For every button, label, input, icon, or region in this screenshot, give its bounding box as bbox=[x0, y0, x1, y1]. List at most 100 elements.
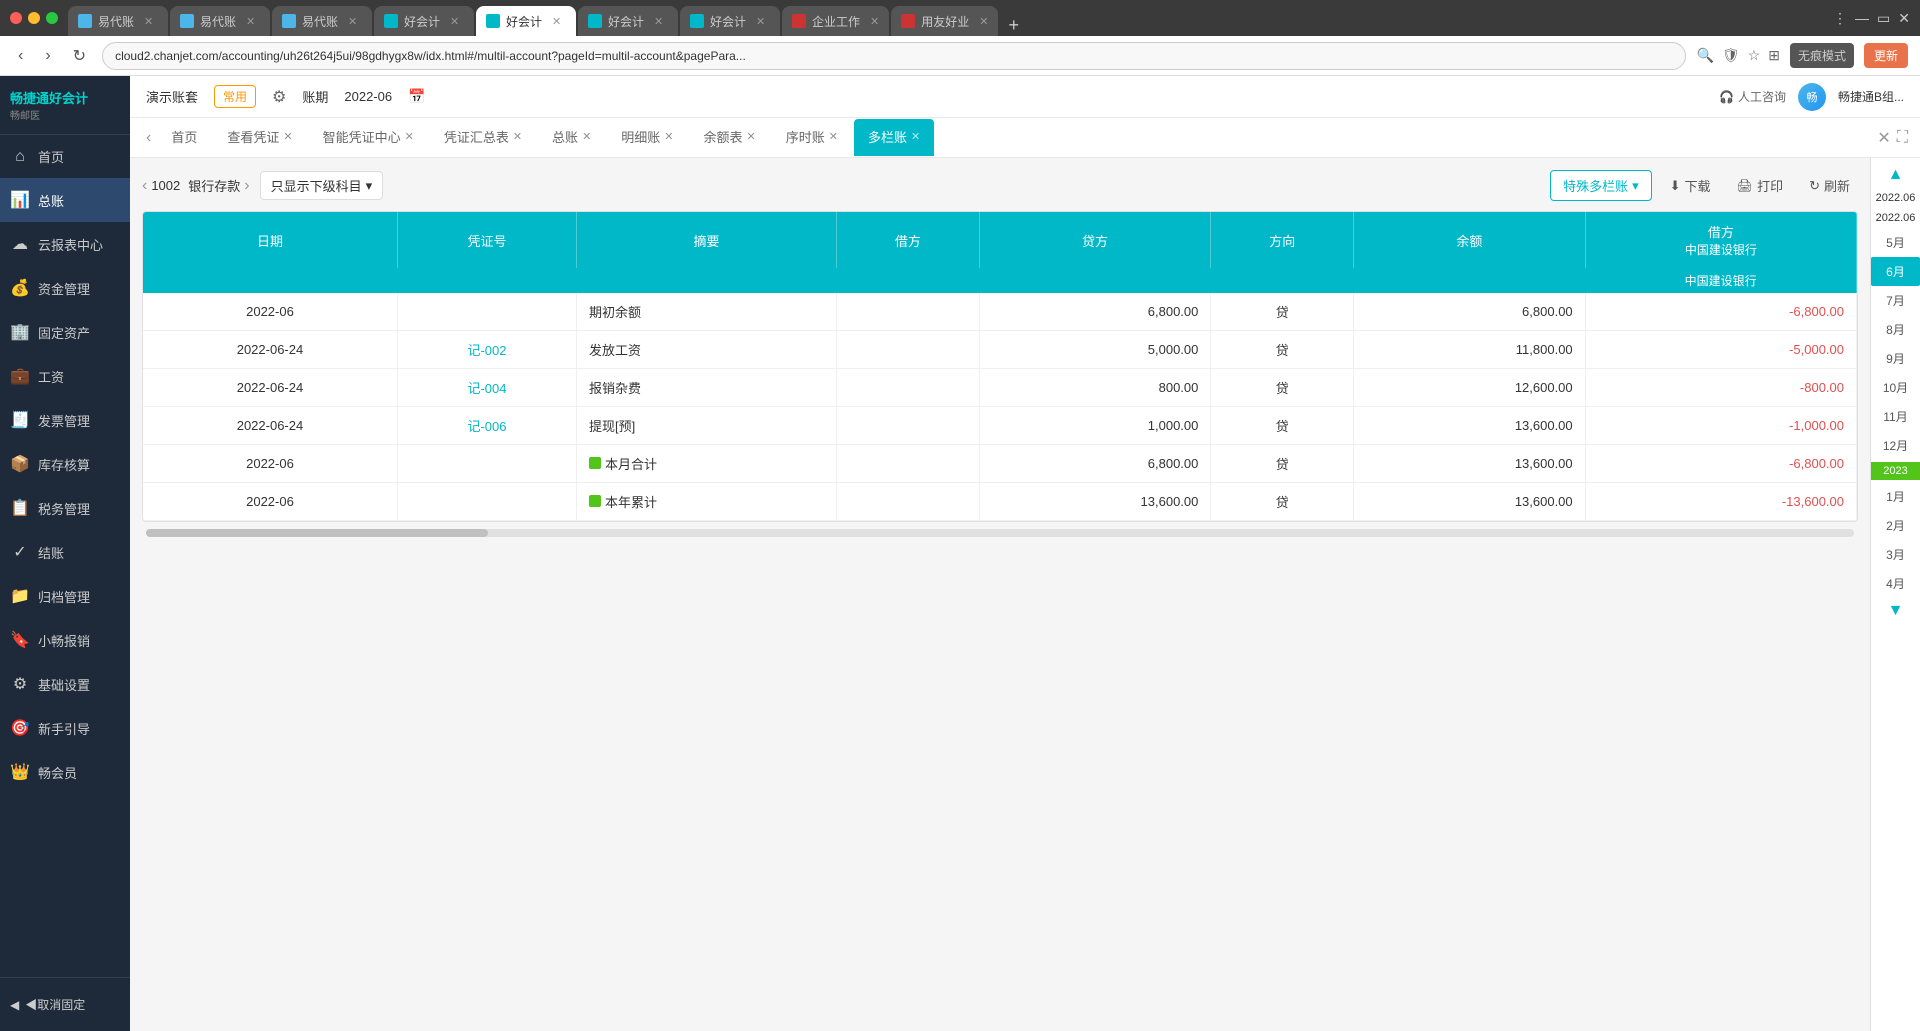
tab-multi-col[interactable]: 多栏账 ✕ bbox=[854, 119, 934, 156]
cal-month-jun[interactable]: 6月 bbox=[1871, 257, 1920, 286]
maximize-btn[interactable]: ▭ bbox=[1877, 10, 1890, 27]
print-btn[interactable]: 🖨 打印 bbox=[1729, 171, 1792, 200]
collapse-panel-btn[interactable]: ✕ bbox=[1877, 128, 1890, 148]
tab-close-4[interactable]: ✕ bbox=[450, 15, 459, 28]
browser-tab-7[interactable]: 好会计 ✕ bbox=[680, 6, 780, 36]
address-input[interactable] bbox=[102, 42, 1686, 70]
sidebar-item-fund[interactable]: 💰 资金管理 bbox=[0, 266, 130, 310]
voucher-link[interactable]: 记-002 bbox=[467, 343, 506, 358]
sidebar-item-home[interactable]: ⌂ 首页 bbox=[0, 135, 130, 178]
sidebar-item-asset[interactable]: 🏢 固定资产 bbox=[0, 310, 130, 354]
tab-balance[interactable]: 余额表 ✕ bbox=[690, 119, 770, 156]
browser-tab-4[interactable]: 好会计 ✕ bbox=[374, 6, 474, 36]
voucher-link[interactable]: 记-006 bbox=[467, 419, 506, 434]
sidebar-item-tax[interactable]: 📋 税务管理 bbox=[0, 486, 130, 530]
special-multi-col-btn[interactable]: 特殊多栏账 ▾ bbox=[1550, 170, 1652, 201]
tab-close-6[interactable]: ✕ bbox=[654, 15, 663, 28]
star-icon[interactable]: ☆ bbox=[1748, 47, 1761, 64]
tab-close-7[interactable]: ✕ bbox=[756, 15, 765, 28]
consult-btn[interactable]: 🎧 人工咨询 bbox=[1719, 88, 1786, 105]
no-trace-btn[interactable]: 无痕模式 bbox=[1790, 43, 1854, 68]
tab-smart-close[interactable]: ✕ bbox=[405, 130, 414, 143]
sidebar-item-invoice[interactable]: 🧾 发票管理 bbox=[0, 398, 130, 442]
cal-month-mar[interactable]: 3月 bbox=[1871, 540, 1920, 569]
breadcrumb-prev[interactable]: ‹ bbox=[142, 177, 147, 195]
window-close-btn[interactable]: ✕ bbox=[1898, 10, 1910, 27]
refresh-btn[interactable]: ↻ 刷新 bbox=[1801, 171, 1858, 200]
h-scroll-thumb[interactable] bbox=[146, 529, 488, 537]
browser-close-btn[interactable] bbox=[10, 12, 22, 24]
expand-panel-btn[interactable]: ⛶ bbox=[1897, 129, 1908, 147]
cal-month-feb[interactable]: 2月 bbox=[1871, 511, 1920, 540]
browser-tab-3[interactable]: 易代账 ✕ bbox=[272, 6, 372, 36]
tab-voucher-summary[interactable]: 凭证汇总表 ✕ bbox=[430, 119, 536, 156]
tab-summary-close[interactable]: ✕ bbox=[513, 130, 522, 143]
tab-bal-close[interactable]: ✕ bbox=[747, 130, 756, 143]
breadcrumb-next[interactable]: › bbox=[244, 177, 249, 195]
tab-mc-close[interactable]: ✕ bbox=[911, 130, 920, 143]
sidebar-item-expense[interactable]: 🔖 小畅报销 bbox=[0, 618, 130, 662]
sidebar-item-inventory[interactable]: 📦 库存核算 bbox=[0, 442, 130, 486]
cal-scroll-up[interactable]: ▲ bbox=[1884, 162, 1908, 188]
sidebar-item-archive[interactable]: 📁 归档管理 bbox=[0, 574, 130, 618]
tab-home[interactable]: 首页 bbox=[157, 119, 211, 156]
tab-list-btn[interactable]: ⋮ bbox=[1833, 10, 1847, 27]
tab-detail-ledger[interactable]: 明细账 ✕ bbox=[607, 119, 687, 156]
cal-month-jul[interactable]: 7月 bbox=[1871, 286, 1920, 315]
new-tab-btn[interactable]: + bbox=[1000, 15, 1027, 36]
cal-month-jan[interactable]: 1月 bbox=[1871, 482, 1920, 511]
tab-close-8[interactable]: ✕ bbox=[870, 15, 879, 28]
cal-scroll-down[interactable]: ▼ bbox=[1884, 598, 1908, 624]
cal-month-apr[interactable]: 4月 bbox=[1871, 569, 1920, 598]
browser-max-btn[interactable] bbox=[46, 12, 58, 24]
tab-voucher-close[interactable]: ✕ bbox=[283, 130, 292, 143]
browser-min-btn[interactable] bbox=[28, 12, 40, 24]
voucher-link[interactable]: 记-004 bbox=[467, 381, 506, 396]
cell-voucher[interactable]: 记-006 bbox=[397, 407, 576, 445]
demo-badge[interactable]: 常用 bbox=[214, 85, 256, 108]
sub-account-filter[interactable]: 只显示下级科目 ▾ bbox=[260, 171, 384, 200]
unpin-btn[interactable]: ◀ ◀取消固定 bbox=[10, 988, 120, 1021]
tab-close-1[interactable]: ✕ bbox=[144, 15, 153, 28]
tab-seq-close[interactable]: ✕ bbox=[829, 130, 838, 143]
h-scrollbar[interactable] bbox=[142, 526, 1858, 540]
cal-month-aug[interactable]: 8月 bbox=[1871, 315, 1920, 344]
browser-tab-9[interactable]: 用友好业 ✕ bbox=[891, 6, 998, 36]
tab-close-9[interactable]: ✕ bbox=[979, 15, 988, 28]
sidebar-item-close[interactable]: ✓ 结账 bbox=[0, 530, 130, 574]
sidebar-item-report[interactable]: ☁ 云报表中心 bbox=[0, 222, 130, 266]
tab-dl-close[interactable]: ✕ bbox=[664, 130, 673, 143]
tab-scroll-left[interactable]: ‹ bbox=[142, 129, 155, 147]
sidebar-item-guide[interactable]: 🎯 新手引导 bbox=[0, 706, 130, 750]
cal-month-oct[interactable]: 10月 bbox=[1871, 373, 1920, 402]
search-icon[interactable]: 🔍 bbox=[1696, 47, 1713, 64]
download-btn[interactable]: ⬇ 下载 bbox=[1662, 171, 1719, 200]
reload-btn[interactable]: ↻ bbox=[67, 44, 92, 68]
tab-voucher[interactable]: 查看凭证 ✕ bbox=[213, 119, 306, 156]
cell-voucher[interactable]: 记-004 bbox=[397, 369, 576, 407]
browser-tab-8[interactable]: 企业工作 ✕ bbox=[782, 6, 889, 36]
browser-tab-5[interactable]: 好会计 ✕ bbox=[476, 6, 576, 36]
split-screen-icon[interactable]: ⊞ bbox=[1768, 47, 1780, 64]
tab-close-3[interactable]: ✕ bbox=[348, 15, 357, 28]
sidebar-item-settings[interactable]: ⚙ 基础设置 bbox=[0, 662, 130, 706]
tab-general-ledger[interactable]: 总账 ✕ bbox=[538, 119, 605, 156]
tab-sequence[interactable]: 序时账 ✕ bbox=[772, 119, 852, 156]
cal-month-dec[interactable]: 12月 bbox=[1871, 431, 1920, 460]
settings-icon[interactable]: ⚙ bbox=[272, 87, 286, 107]
browser-tab-1[interactable]: 易代账 ✕ bbox=[68, 6, 168, 36]
back-btn[interactable]: ‹ bbox=[12, 45, 29, 67]
tab-close-5[interactable]: ✕ bbox=[552, 15, 561, 28]
browser-tab-2[interactable]: 易代账 ✕ bbox=[170, 6, 270, 36]
cal-month-nov[interactable]: 11月 bbox=[1871, 402, 1920, 431]
tab-smart-voucher[interactable]: 智能凭证中心 ✕ bbox=[309, 119, 428, 156]
cal-month-may[interactable]: 5月 bbox=[1871, 228, 1920, 257]
forward-btn[interactable]: › bbox=[39, 45, 56, 67]
sidebar-item-ledger[interactable]: 📊 总账 bbox=[0, 178, 130, 222]
tab-gl-close[interactable]: ✕ bbox=[582, 130, 591, 143]
update-btn[interactable]: 更新 bbox=[1864, 43, 1908, 68]
minimize-btn[interactable]: — bbox=[1855, 10, 1869, 26]
sidebar-item-member[interactable]: 👑 畅会员 bbox=[0, 750, 130, 794]
sidebar-item-salary[interactable]: 💼 工资 bbox=[0, 354, 130, 398]
cell-voucher[interactable]: 记-002 bbox=[397, 331, 576, 369]
